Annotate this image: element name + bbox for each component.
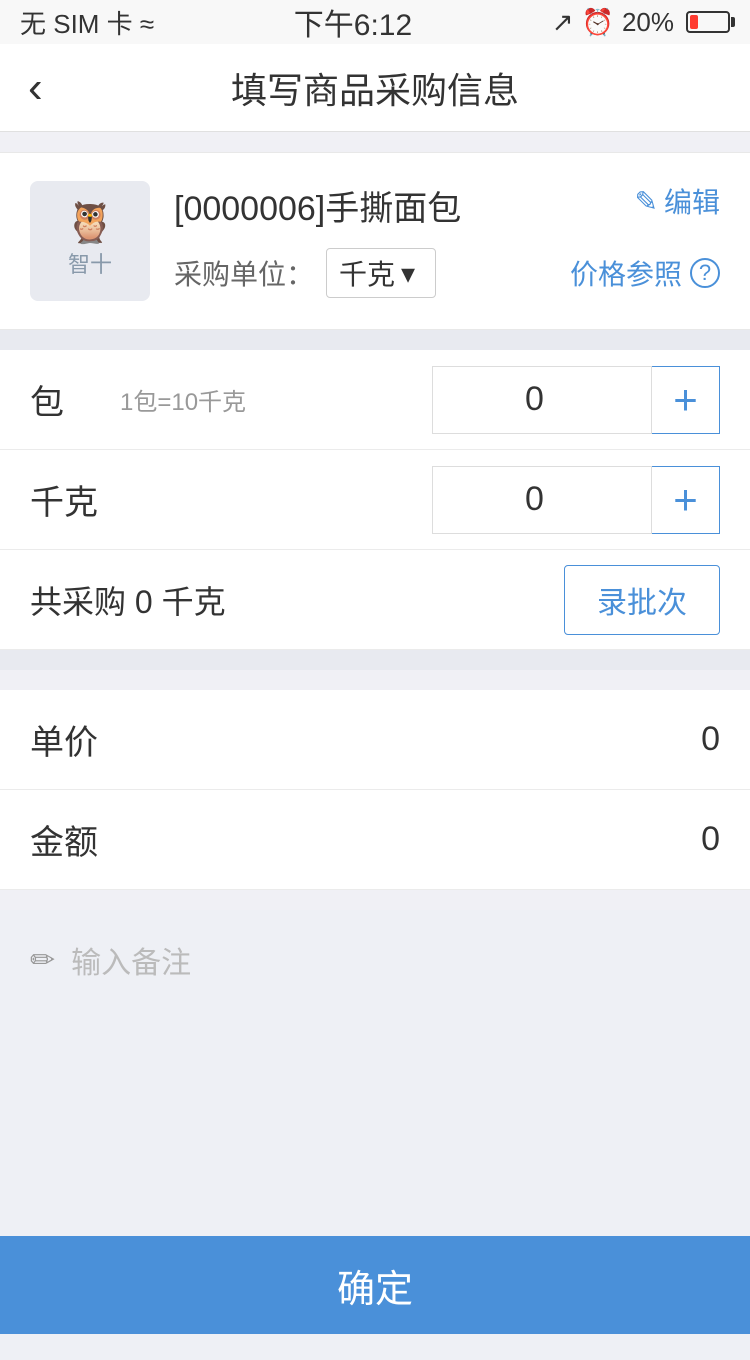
record-batch-button[interactable]: 录批次 — [564, 565, 720, 635]
remark-placeholder: 输入备注 — [71, 938, 191, 982]
section-divider-2 — [0, 650, 750, 670]
product-info: [0000006]手撕面包 ✎ 编辑 采购单位： 千克 ▾ 价格参照 ? — [174, 181, 720, 298]
pack-plus-button[interactable]: + — [652, 366, 720, 434]
product-bottom: 采购单位： 千克 ▾ 价格参照 ? — [174, 248, 720, 298]
edit-icon: ✎ — [635, 185, 658, 218]
remark-section[interactable]: ✏ 输入备注 — [0, 910, 750, 1010]
pack-input-group: + — [432, 366, 720, 434]
owl-icon: 🦉 — [65, 203, 115, 243]
pack-sublabel: 1包=10千克 — [120, 382, 246, 417]
unit-price-row: 单价 0 — [0, 690, 750, 790]
status-time: 下午6:12 — [294, 0, 412, 44]
unit-price-value: 0 — [701, 720, 720, 759]
battery-icon — [686, 11, 730, 33]
back-button[interactable]: ‹ — [28, 66, 43, 110]
nav-bar: ‹ 填写商品采购信息 — [0, 44, 750, 132]
kg-plus-button[interactable]: + — [652, 466, 720, 534]
product-image: 🦉 智十 — [30, 181, 150, 301]
location-icon: ↗ — [552, 7, 574, 38]
amount-row: 金额 0 — [0, 790, 750, 890]
product-top: [0000006]手撕面包 ✎ 编辑 — [174, 181, 720, 230]
status-bar: 无 SIM 卡 ≈ 下午6:12 ↗ ⏰ 20% — [0, 0, 750, 44]
page-title: 填写商品采购信息 — [231, 62, 519, 114]
unit-select[interactable]: 千克 ▾ — [326, 248, 436, 298]
input-section: 包 1包=10千克 + 千克 + — [0, 350, 750, 550]
kg-row: 千克 + — [0, 450, 750, 550]
battery-percent: 20% — [622, 7, 674, 38]
price-info-section: 单价 0 金额 0 — [0, 690, 750, 890]
summary-text: 共采购 0 千克 — [30, 577, 226, 623]
status-left: 无 SIM 卡 ≈ — [20, 4, 154, 41]
kg-label: 千克 — [30, 475, 110, 524]
amount-label: 金额 — [30, 815, 98, 864]
alarm-icon: ⏰ — [582, 7, 614, 38]
owl-text: 智十 — [68, 247, 112, 279]
unit-price-label: 单价 — [30, 715, 98, 764]
unit-row: 采购单位： 千克 ▾ — [174, 248, 436, 298]
pack-input[interactable] — [432, 366, 652, 434]
pack-row: 包 1包=10千克 + — [0, 350, 750, 450]
amount-value: 0 — [701, 820, 720, 859]
help-icon: ? — [690, 258, 720, 288]
product-card: 🦉 智十 [0000006]手撕面包 ✎ 编辑 采购单位： 千克 ▾ 价格参照 — [0, 152, 750, 330]
summary-row: 共采购 0 千克 录批次 — [0, 550, 750, 650]
pencil-icon: ✏ — [30, 943, 55, 978]
edit-button[interactable]: ✎ 编辑 — [635, 181, 720, 221]
chevron-down-icon: ▾ — [401, 257, 415, 290]
kg-input[interactable] — [432, 466, 652, 534]
product-name: [0000006]手撕面包 — [174, 181, 461, 230]
confirm-button[interactable]: 确定 — [0, 1236, 750, 1334]
pack-label: 包 — [30, 375, 110, 424]
unit-label: 采购单位： — [174, 253, 314, 293]
no-sim-label: 无 SIM 卡 ≈ — [20, 4, 154, 41]
price-ref-button[interactable]: 价格参照 ? — [570, 253, 720, 293]
kg-input-group: + — [432, 466, 720, 534]
section-divider-1 — [0, 330, 750, 350]
status-right: ↗ ⏰ 20% — [552, 7, 730, 38]
